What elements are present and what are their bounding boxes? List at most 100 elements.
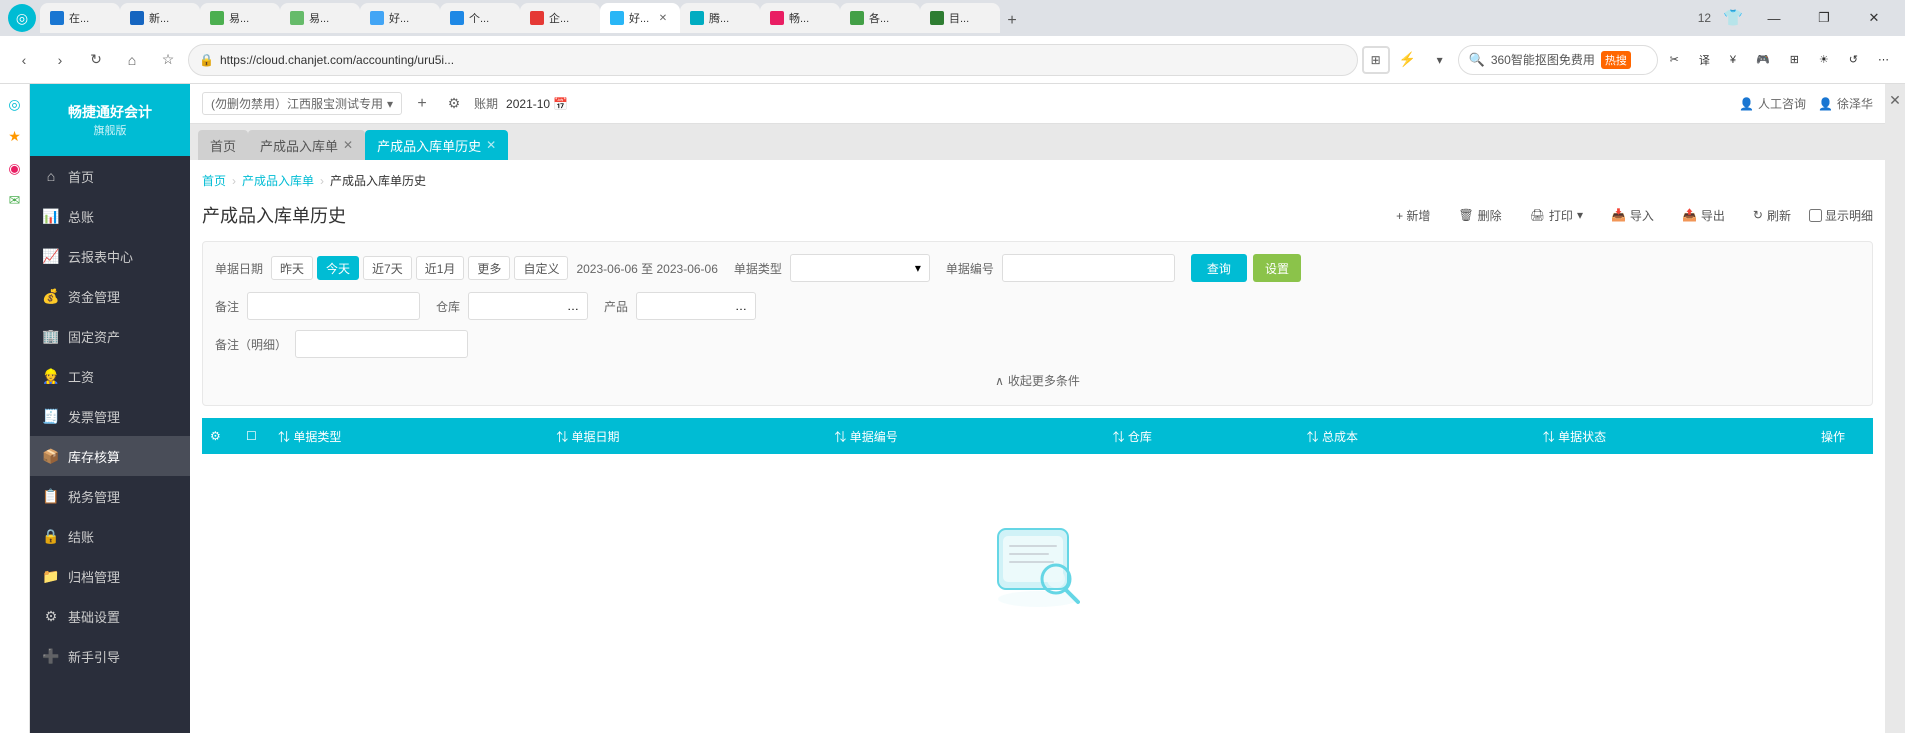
show-cols-toggle[interactable]: 显示明细 <box>1809 207 1873 224</box>
sidebar-item-settings[interactable]: ⚙ 基础设置 <box>30 596 190 636</box>
browser-tab-1[interactable]: 在... <box>40 3 120 33</box>
sidebar-item-guide[interactable]: ➕ 新手引导 <box>30 636 190 676</box>
icon-bar-mail[interactable]: ✉ <box>3 188 27 212</box>
icon-bar-weibo[interactable]: ◉ <box>3 156 27 180</box>
icon-bar-app[interactable]: ◎ <box>3 92 27 116</box>
browser-tab-10[interactable]: 畅... <box>760 3 840 33</box>
theme-button[interactable]: ☀ <box>1811 46 1837 74</box>
new-tab-button[interactable]: + <box>1000 9 1024 33</box>
address-bar[interactable]: 🔒 https://cloud.chanjet.com/accounting/u… <box>188 44 1358 76</box>
query-button[interactable]: 查询 <box>1191 254 1247 282</box>
col-header-voucher-status[interactable]: ⇅ 单据状态 <box>1535 418 1813 454</box>
delete-button[interactable]: 🗑 删除 <box>1448 201 1511 229</box>
lightning-button[interactable]: ⚡ <box>1394 46 1422 74</box>
scissors-button[interactable]: ✂ <box>1662 46 1687 74</box>
add-button[interactable]: + 新增 <box>1386 201 1440 229</box>
col-header-voucher-date[interactable]: ⇅ 单据日期 <box>548 418 826 454</box>
breadcrumb-home[interactable]: 首页 <box>202 172 226 189</box>
col-header-total-cost[interactable]: ⇅ 总成本 <box>1299 418 1535 454</box>
tab-close-8[interactable]: ✕ <box>656 11 670 25</box>
col-header-voucher-no[interactable]: ⇅ 单据编号 <box>826 418 1104 454</box>
game-button[interactable]: 🎮 <box>1748 46 1778 74</box>
browser-tab-8[interactable]: 好... ✕ <box>600 3 680 33</box>
date-btn-1month[interactable]: 近1月 <box>416 256 465 280</box>
table-check-header[interactable]: ☐ <box>238 418 270 454</box>
refresh-button[interactable]: ↻ <box>80 44 112 76</box>
product-select[interactable]: … <box>636 292 756 320</box>
checkbox-all-icon[interactable]: ☐ <box>246 429 257 443</box>
remark-input[interactable] <box>247 292 420 320</box>
voucher-no-input[interactable] <box>1002 254 1175 282</box>
sidebar-item-tax[interactable]: 📋 税务管理 <box>30 476 190 516</box>
browser-tab-7[interactable]: 企... <box>520 3 600 33</box>
right-close-icon[interactable]: ✕ <box>1889 92 1901 109</box>
maximize-button[interactable]: ❐ <box>1801 2 1847 34</box>
warehouse-select[interactable]: … <box>468 292 588 320</box>
sidebar-item-closing[interactable]: 🔒 结账 <box>30 516 190 556</box>
export-button[interactable]: 📤 导出 <box>1672 201 1735 229</box>
sidebar-item-home[interactable]: ⌂ 首页 <box>30 156 190 196</box>
date-btn-yesterday[interactable]: 昨天 <box>271 256 313 280</box>
period-value[interactable]: 2021-10 📅 <box>506 97 568 111</box>
browser-tab-9[interactable]: 腾... <box>680 3 760 33</box>
browser-tab-5[interactable]: 好... <box>360 3 440 33</box>
page-tab-voucher-history-close[interactable]: ✕ <box>486 138 496 152</box>
forward-button[interactable]: › <box>44 44 76 76</box>
voucher-type-select[interactable]: ▾ <box>790 254 930 282</box>
translate-button[interactable]: 译 <box>1691 46 1718 74</box>
breadcrumb-voucher-list[interactable]: 产成品入库单 <box>242 172 314 189</box>
add-account-button[interactable]: + <box>410 92 434 116</box>
browser-tab-11[interactable]: 各... <box>840 3 920 33</box>
more-button[interactable]: ⋯ <box>1870 46 1897 74</box>
icon-bar-star[interactable]: ★ <box>3 124 27 148</box>
sidebar-item-asset[interactable]: 🏢 固定资产 <box>30 316 190 356</box>
undo-button[interactable]: ↺ <box>1841 46 1866 74</box>
import-button[interactable]: 📥 导入 <box>1601 201 1664 229</box>
sidebar-item-invoice[interactable]: 🧾 发票管理 <box>30 396 190 436</box>
account-selector[interactable]: (勿删勿禁用）江西服宝测试专用 ▾ <box>202 92 402 115</box>
service-button[interactable]: 👤 人工咨询 <box>1739 95 1806 112</box>
account-settings-button[interactable]: ⚙ <box>442 92 466 116</box>
sidebar-item-ledger[interactable]: 📊 总账 <box>30 196 190 236</box>
table-settings-header[interactable]: ⚙ <box>202 418 238 454</box>
date-btn-custom[interactable]: 自定义 <box>514 256 568 280</box>
col-header-warehouse[interactable]: ⇅ 仓库 <box>1105 418 1299 454</box>
sidebar-item-report[interactable]: 📈 云报表中心 <box>30 236 190 276</box>
sidebar-item-inventory[interactable]: 📦 库存核算 <box>30 436 190 476</box>
setting-button[interactable]: 设置 <box>1253 254 1301 282</box>
page-tab-voucher-list[interactable]: 产成品入库单 ✕ <box>248 130 365 160</box>
table-settings-icon[interactable]: ⚙ <box>210 429 221 443</box>
browser-tab-12[interactable]: 目... <box>920 3 1000 33</box>
detail-remark-input[interactable] <box>295 330 468 358</box>
back-button[interactable]: ‹ <box>8 44 40 76</box>
user-menu-button[interactable]: 👤 徐泽华 <box>1818 95 1873 112</box>
collapse-button[interactable]: ∧ 收起更多条件 <box>215 368 1860 393</box>
date-btn-today[interactable]: 今天 <box>317 256 359 280</box>
date-btn-7days[interactable]: 近7天 <box>363 256 412 280</box>
apps-button[interactable]: ⊞ <box>1782 46 1807 74</box>
page-tab-voucher-history[interactable]: 产成品入库单历史 ✕ <box>365 130 508 160</box>
sidebar-item-archive[interactable]: 📁 归档管理 <box>30 556 190 596</box>
browser-tab-3[interactable]: 易... <box>200 3 280 33</box>
print-button[interactable]: 🖨 打印 ▾ <box>1520 201 1593 229</box>
browser-tab-6[interactable]: 个... <box>440 3 520 33</box>
refresh-button[interactable]: ↻ 刷新 <box>1743 201 1801 229</box>
sidebar-item-payroll[interactable]: 👷 工资 <box>30 356 190 396</box>
col-header-voucher-type[interactable]: ⇅ 单据类型 <box>270 418 548 454</box>
currency-button[interactable]: ¥ <box>1722 46 1744 74</box>
bookmark-button[interactable]: ☆ <box>152 44 184 76</box>
show-cols-checkbox[interactable] <box>1809 209 1822 222</box>
browser-tab-2[interactable]: 新... <box>120 3 200 33</box>
page-tab-home[interactable]: 首页 <box>198 130 248 160</box>
grid-view-button[interactable]: ⊞ <box>1362 46 1390 74</box>
home-button[interactable]: ⌂ <box>116 44 148 76</box>
date-btn-more[interactable]: 更多 <box>468 256 510 280</box>
close-button[interactable]: ✕ <box>1851 2 1897 34</box>
search-bar[interactable]: 🔍 360智能抠图免费用 热搜 <box>1458 45 1658 75</box>
dropdown-button[interactable]: ▾ <box>1426 46 1454 74</box>
browser-tab-4[interactable]: 易... <box>280 3 360 33</box>
minimize-button[interactable]: — <box>1751 2 1797 34</box>
right-close-panel[interactable]: ✕ <box>1885 84 1905 733</box>
sidebar-item-fund[interactable]: 💰 资金管理 <box>30 276 190 316</box>
page-tab-voucher-list-close[interactable]: ✕ <box>343 138 353 152</box>
